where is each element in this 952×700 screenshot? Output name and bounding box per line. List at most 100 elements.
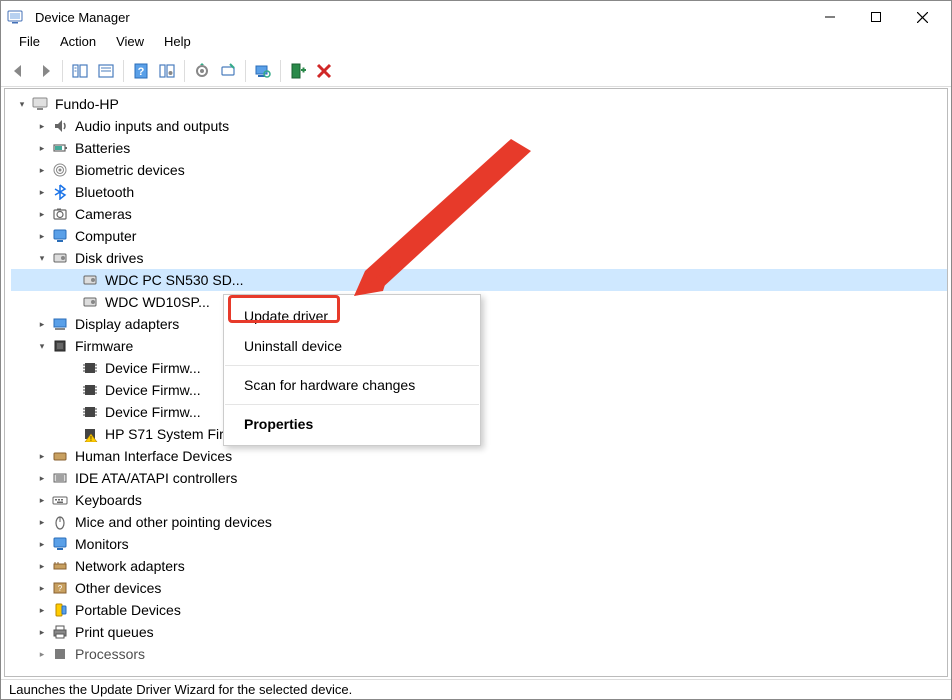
- tree-item-disk-drives[interactable]: ▾ Disk drives: [11, 247, 947, 269]
- forward-button[interactable]: [33, 59, 57, 83]
- tree-item-batteries[interactable]: ▸ Batteries: [11, 137, 947, 159]
- chevron-down-icon[interactable]: ▾: [35, 251, 49, 265]
- menu-view[interactable]: View: [106, 33, 154, 55]
- tree-item-label: Disk drives: [75, 250, 143, 266]
- chevron-right-icon[interactable]: ▸: [35, 581, 49, 595]
- toolbar-separator: [184, 60, 185, 82]
- tree-item-label: Biometric devices: [75, 162, 185, 178]
- maximize-button[interactable]: [853, 2, 899, 32]
- close-button[interactable]: [899, 2, 945, 32]
- menu-action[interactable]: Action: [50, 33, 106, 55]
- tree-item-keyboards[interactable]: ▸ Keyboards: [11, 489, 947, 511]
- tree-item-label: Firmware: [75, 338, 133, 354]
- tree-item-label: Network adapters: [75, 558, 185, 574]
- tree-item-disk-wdc-sn530[interactable]: WDC PC SN530 SD...: [11, 269, 947, 291]
- minimize-button[interactable]: [807, 2, 853, 32]
- no-expander: [65, 295, 79, 309]
- tree-item-label: Human Interface Devices: [75, 448, 232, 464]
- tree-root-label: Fundo-HP: [55, 96, 119, 112]
- chevron-right-icon[interactable]: ▸: [35, 471, 49, 485]
- add-legacy-tb-button[interactable]: [286, 59, 310, 83]
- window-controls: [807, 2, 945, 32]
- processor-icon: [51, 645, 69, 663]
- tree-item-processors[interactable]: ▸ Processors: [11, 643, 947, 665]
- tree-item-biometric[interactable]: ▸ Biometric devices: [11, 159, 947, 181]
- tree-item-label: Computer: [75, 228, 136, 244]
- toolbar-separator: [123, 60, 124, 82]
- tree-item-other[interactable]: ▸ ? Other devices: [11, 577, 947, 599]
- chevron-right-icon[interactable]: ▸: [35, 537, 49, 551]
- chip-warning-icon: !: [81, 425, 99, 443]
- uninstall-tb-button[interactable]: [312, 59, 336, 83]
- context-separator: [225, 404, 479, 405]
- tree-item-label: Audio inputs and outputs: [75, 118, 229, 134]
- chevron-right-icon[interactable]: ▸: [35, 163, 49, 177]
- menu-help[interactable]: Help: [154, 33, 201, 55]
- tree-item-mice[interactable]: ▸ Mice and other pointing devices: [11, 511, 947, 533]
- tree-item-label: Display adapters: [75, 316, 179, 332]
- chevron-right-icon[interactable]: ▸: [35, 207, 49, 221]
- tree-item-portable[interactable]: ▸ Portable Devices: [11, 599, 947, 621]
- tree-item-bluetooth[interactable]: ▸ Bluetooth: [11, 181, 947, 203]
- properties-tb-button[interactable]: [155, 59, 179, 83]
- menubar: File Action View Help: [1, 33, 951, 55]
- toolbar-separator: [245, 60, 246, 82]
- tree-item-cameras[interactable]: ▸ Cameras: [11, 203, 947, 225]
- toolbar-separator: [62, 60, 63, 82]
- tree-item-audio[interactable]: ▸ Audio inputs and outputs: [11, 115, 947, 137]
- context-uninstall-device[interactable]: Uninstall device: [224, 331, 480, 361]
- tree-item-print-queues[interactable]: ▸ Print queues: [11, 621, 947, 643]
- chevron-right-icon[interactable]: ▸: [35, 119, 49, 133]
- tree-item-label: Cameras: [75, 206, 132, 222]
- statusbar: Launches the Update Driver Wizard for th…: [1, 679, 951, 699]
- disk-icon: [81, 293, 99, 311]
- other-device-icon: ?: [51, 579, 69, 597]
- context-menu: Update driver Uninstall device Scan for …: [223, 294, 481, 446]
- chevron-right-icon[interactable]: ▸: [35, 603, 49, 617]
- statusbar-text: Launches the Update Driver Wizard for th…: [9, 682, 352, 697]
- chevron-right-icon[interactable]: ▸: [35, 559, 49, 573]
- firmware-icon: [51, 337, 69, 355]
- chevron-right-icon[interactable]: ▸: [35, 625, 49, 639]
- chevron-right-icon[interactable]: ▸: [35, 493, 49, 507]
- scan-hardware-tb-button[interactable]: [251, 59, 275, 83]
- chevron-right-icon[interactable]: ▸: [35, 317, 49, 331]
- printer-icon: [51, 623, 69, 641]
- tree-item-label: Monitors: [75, 536, 129, 552]
- svg-text:!: !: [90, 436, 92, 442]
- help-icon-button[interactable]: ?: [129, 59, 153, 83]
- chevron-right-icon[interactable]: ▸: [35, 185, 49, 199]
- chevron-right-icon[interactable]: ▸: [35, 229, 49, 243]
- chip-icon: [81, 359, 99, 377]
- tree-item-label: Processors: [75, 646, 145, 662]
- tree-item-monitors[interactable]: ▸ Monitors: [11, 533, 947, 555]
- bluetooth-icon: [51, 183, 69, 201]
- tree-root[interactable]: ▾ Fundo-HP: [11, 93, 947, 115]
- menu-file[interactable]: File: [9, 33, 50, 55]
- chevron-right-icon[interactable]: ▸: [35, 449, 49, 463]
- chevron-down-icon[interactable]: ▾: [35, 339, 49, 353]
- chevron-down-icon[interactable]: ▾: [15, 97, 29, 111]
- back-button[interactable]: [7, 59, 31, 83]
- update-driver-tb-button[interactable]: [190, 59, 214, 83]
- no-expander: [65, 383, 79, 397]
- tree-item-ide[interactable]: ▸ IDE ATA/ATAPI controllers: [11, 467, 947, 489]
- mouse-icon: [51, 513, 69, 531]
- show-hide-tree-button[interactable]: [68, 59, 92, 83]
- tree-item-network[interactable]: ▸ Network adapters: [11, 555, 947, 577]
- tree-item-computer[interactable]: ▸ Computer: [11, 225, 947, 247]
- no-expander: [65, 361, 79, 375]
- monitor-icon: [51, 535, 69, 553]
- chevron-right-icon[interactable]: ▸: [35, 515, 49, 529]
- camera-icon: [51, 205, 69, 223]
- context-update-driver[interactable]: Update driver: [224, 301, 480, 331]
- context-properties[interactable]: Properties: [224, 409, 480, 439]
- chevron-right-icon[interactable]: ▸: [35, 647, 49, 661]
- disable-device-tb-button[interactable]: [216, 59, 240, 83]
- tree-item-label: WDC WD10SP...: [105, 294, 210, 310]
- tree-item-label: Device Firmw...: [105, 382, 201, 398]
- help-tb-button[interactable]: [94, 59, 118, 83]
- chevron-right-icon[interactable]: ▸: [35, 141, 49, 155]
- context-scan-hardware[interactable]: Scan for hardware changes: [224, 370, 480, 400]
- tree-item-hid[interactable]: ▸ Human Interface Devices: [11, 445, 947, 467]
